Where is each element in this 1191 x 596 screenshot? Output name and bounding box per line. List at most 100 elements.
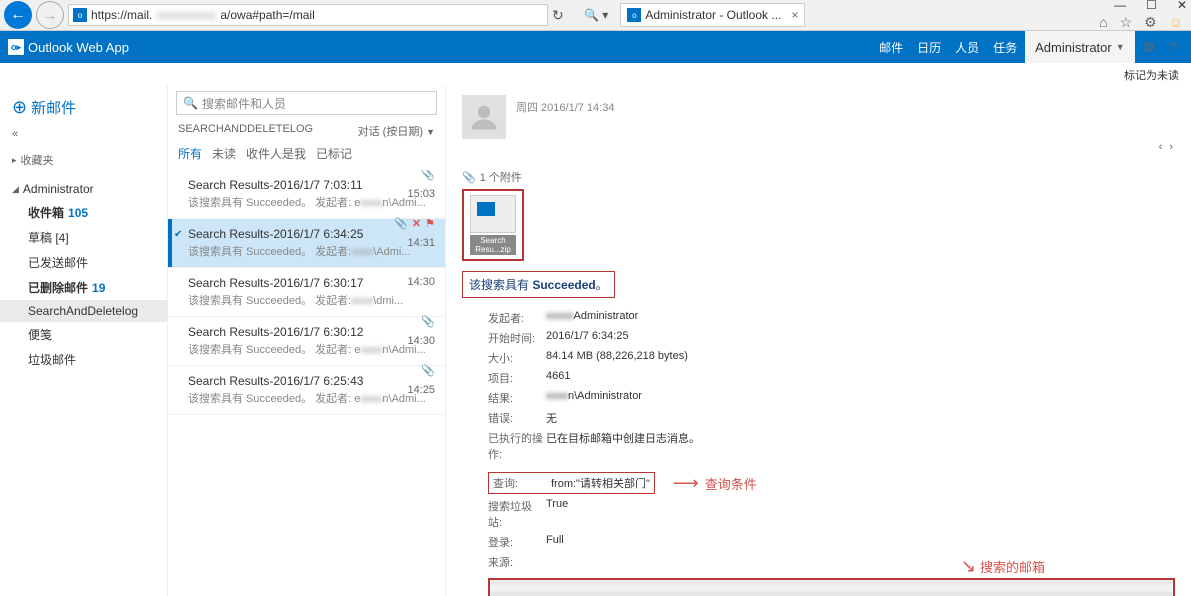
search-placeholder: 搜索邮件和人员 — [202, 95, 286, 112]
plus-icon: ⊕ — [12, 97, 27, 118]
nav-back-button[interactable]: ← — [4, 1, 32, 29]
nav-calendar[interactable]: 日历 — [917, 39, 941, 56]
url-hidden: xxxxxxxxxx — [156, 8, 216, 22]
items-label: 项目: — [488, 370, 546, 386]
folder-item[interactable]: SearchAndDeletelog — [0, 300, 167, 322]
favorites-header[interactable]: ▸ 收藏夹 — [0, 146, 167, 174]
message-item[interactable]: 14:30Search Results-2016/1/7 6:30:17该搜索具… — [168, 268, 445, 317]
feedback-icon[interactable]: ☺ — [1169, 14, 1183, 31]
dumpster-value: True — [546, 498, 568, 530]
folder-item[interactable]: 收件箱105 — [0, 200, 167, 225]
folder-item[interactable]: 便笺 — [0, 322, 167, 347]
paperclip-icon: 📎 — [462, 171, 476, 184]
new-mail-button[interactable]: ⊕ 新邮件 — [0, 93, 167, 122]
folder-item[interactable]: 已删除邮件19 — [0, 275, 167, 300]
home-icon[interactable]: ⌂ — [1099, 14, 1107, 31]
favorites-icon[interactable]: ☆ — [1120, 14, 1133, 31]
size-value: 84.14 MB (88,226,218 bytes) — [546, 350, 688, 366]
chevron-right-icon: ▸ — [12, 155, 17, 166]
exec-label: 已执行的操作: — [488, 430, 546, 462]
login-value: Full — [546, 534, 564, 550]
result-label: 结果: — [488, 390, 546, 406]
browser-tab[interactable]: o Administrator - Outlook ... × — [620, 3, 805, 27]
tools-icon[interactable]: ⚙ — [1144, 14, 1157, 31]
message-item[interactable]: ✔📎✕⚑14:31Search Results-2016/1/7 6:34:25… — [168, 219, 445, 268]
message-time: 14:30 — [407, 276, 435, 288]
browser-toolbar: ← → o https://mail. xxxxxxxxxx a/owa#pat… — [0, 0, 1191, 31]
url-suffix: a/owa#path=/mail — [220, 8, 314, 22]
annotation-query: 查询条件 — [705, 474, 757, 493]
message-item[interactable]: 📎14:25Search Results-2016/1/7 6:25:43该搜索… — [168, 366, 445, 415]
paperclip-icon: 📎 — [421, 315, 435, 328]
start-label: 开始时间: — [488, 330, 546, 346]
nav-forward-button[interactable]: → — [36, 1, 64, 29]
annotation-arrow-icon: ⟶ — [673, 473, 699, 494]
gear-icon[interactable]: ⚙ — [1135, 39, 1164, 56]
annotation-arrow-icon: ↘ — [961, 556, 976, 577]
collapse-nav-button[interactable]: « — [0, 122, 167, 146]
message-subject: Search Results-2016/1/7 6:30:17 — [188, 276, 435, 290]
dumpster-label: 搜索垃圾站: — [488, 498, 546, 530]
message-subject: Search Results-2016/1/7 7:03:11 — [188, 178, 435, 192]
site-icon: o — [73, 8, 87, 22]
owa-logo[interactable]: o▸ Outlook Web App — [8, 39, 129, 55]
nav-people[interactable]: 人员 — [955, 39, 979, 56]
new-mail-label: 新邮件 — [31, 97, 76, 118]
search-dropdown[interactable]: 🔍 ▾ — [576, 8, 616, 22]
chevron-down-icon: ▼ — [426, 127, 435, 137]
user-menu[interactable]: Administrator ▼ — [1025, 31, 1135, 63]
address-bar[interactable]: o https://mail. xxxxxxxxxx a/owa#path=/m… — [68, 4, 548, 26]
check-icon: ✔ — [174, 229, 182, 240]
paperclip-icon: 📎 — [421, 364, 435, 377]
tab-icon: o — [627, 8, 641, 22]
filter-flagged[interactable]: 已标记 — [316, 145, 352, 162]
attachment-item[interactable]: Search Resu...zip — [462, 189, 524, 261]
mailbox-root[interactable]: ◢ Administrator — [0, 174, 167, 200]
source-mailboxes-box: 创新互联 CXWINCOM — [488, 578, 1175, 596]
message-time: 14:25 — [407, 384, 435, 396]
annotation-mailbox: 搜索的邮箱 — [980, 557, 1045, 576]
message-item[interactable]: 📎14:30Search Results-2016/1/7 6:30:12该搜索… — [168, 317, 445, 366]
search-input[interactable]: 🔍 搜索邮件和人员 — [176, 91, 437, 115]
nav-mail[interactable]: 邮件 — [879, 39, 903, 56]
maximize-button[interactable]: ☐ — [1146, 0, 1157, 12]
message-item[interactable]: 📎15:03Search Results-2016/1/7 7:03:11该搜索… — [168, 170, 445, 219]
tab-close-icon[interactable]: × — [791, 8, 798, 22]
favorites-label: 收藏夹 — [21, 152, 54, 168]
size-label: 大小: — [488, 350, 546, 366]
filter-unread[interactable]: 未读 — [212, 145, 236, 162]
mark-unread-link[interactable]: 标记为未读 — [0, 63, 1191, 85]
message-time: 15:03 — [407, 188, 435, 200]
error-value: 无 — [546, 410, 557, 426]
chevron-down-icon: ◢ — [12, 184, 19, 195]
exec-value: 已在目标邮箱中创建日志消息。 — [546, 430, 700, 462]
close-button[interactable]: ✕ — [1177, 0, 1187, 12]
flag-icon[interactable]: ⚑ — [425, 217, 435, 230]
attachment-name: Search Resu...zip — [470, 235, 516, 255]
message-subject: Search Results-2016/1/7 6:30:12 — [188, 325, 435, 339]
tab-title: Administrator - Outlook ... — [645, 8, 781, 22]
help-icon[interactable]: ? — [1163, 39, 1183, 55]
source-label: 来源: — [488, 554, 546, 570]
message-paging[interactable]: ‹ › — [1159, 141, 1175, 153]
delete-icon[interactable]: ✕ — [412, 217, 421, 230]
reading-pane: 周四 2016/1/7 14:34 ‹ › 📎 1 个附件 Search Res… — [446, 85, 1191, 596]
filter-all[interactable]: 所有 — [178, 145, 202, 162]
filter-tome[interactable]: 收件人是我 — [246, 145, 306, 162]
items-value: 4661 — [546, 370, 570, 386]
paperclip-icon: 📎 — [421, 170, 435, 181]
refresh-button[interactable]: ↻ — [552, 7, 572, 24]
status-message: 该搜索具有 Succeeded。 — [462, 271, 615, 298]
window-controls: — ☐ ✕ — [1114, 0, 1187, 12]
nav-tasks[interactable]: 任务 — [993, 39, 1017, 56]
attachment-thumb — [470, 195, 516, 233]
sort-menu[interactable]: 对话 (按日期) ▼ — [358, 123, 435, 139]
detail-table: 发起者:xxxxxAdministrator 开始时间:2016/1/7 6:3… — [488, 308, 1175, 572]
folder-item[interactable]: 草稿 [4] — [0, 225, 167, 250]
folder-item[interactable]: 已发送邮件 — [0, 250, 167, 275]
paperclip-icon: 📎 — [394, 217, 408, 230]
folder-pane: ⊕ 新邮件 « ▸ 收藏夹 ◢ Administrator 收件箱105草稿 [… — [0, 85, 168, 596]
url-prefix: https://mail. — [91, 8, 152, 22]
minimize-button[interactable]: — — [1114, 0, 1126, 12]
folder-item[interactable]: 垃圾邮件 — [0, 347, 167, 372]
